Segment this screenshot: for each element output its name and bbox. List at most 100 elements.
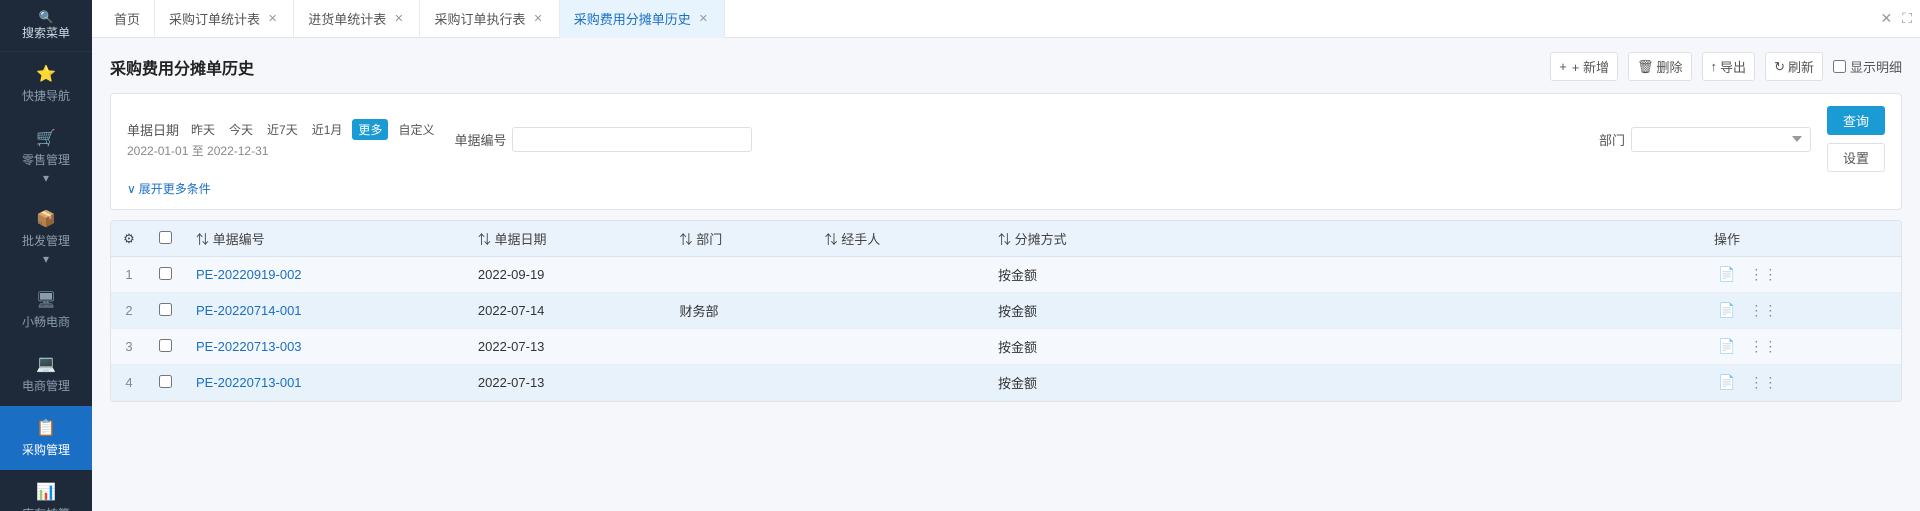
cell-doc-date-1: 2022-07-14 <box>466 293 668 329</box>
sort-icon-handler: ⇅ <box>825 232 838 247</box>
header-actions: + + 新增 🗑 删除 ↑ 导出 ↻ 刷新 显示明细 <box>1550 52 1902 81</box>
filter-area: 单据日期 昨天 今天 近7天 近1月 更多 自定义 2022-01-01 至 2… <box>110 93 1902 210</box>
th-dept[interactable]: ⇅ 部门 <box>668 221 813 257</box>
sidebar-item-retail[interactable]: 🛒 零售管理 ▾ <box>0 116 92 197</box>
tab-close-purchase-cost-hist[interactable]: ✕ <box>697 12 710 25</box>
doc-num-filter-group: 单据编号 <box>454 127 1583 152</box>
tab-purchase-order-stat[interactable]: 采购订单统计表 ✕ <box>155 0 294 38</box>
export-button[interactable]: ↑ 导出 <box>1702 52 1756 81</box>
shortcut-custom[interactable]: 自定义 <box>394 119 438 140</box>
row-checkbox-1[interactable] <box>159 303 172 316</box>
op-more-3[interactable]: ⋮⋮ <box>1745 372 1781 393</box>
tab-close-purchase-incoming-stat[interactable]: ✕ <box>392 12 405 25</box>
th-gear[interactable]: ⚙ <box>111 221 147 257</box>
show-columns-input[interactable] <box>1833 60 1846 73</box>
refresh-button[interactable]: ↻ 刷新 <box>1765 52 1823 81</box>
doc-num-link-3[interactable]: PE-20220713-001 <box>196 375 302 390</box>
shortcut-yesterday[interactable]: 昨天 <box>187 119 219 140</box>
close-tab-icon[interactable]: ✕ <box>1880 10 1892 27</box>
tab-close-purchase-order-stat[interactable]: ✕ <box>266 12 279 25</box>
row-checkbox-2[interactable] <box>159 339 172 352</box>
shortcut-more[interactable]: 更多 <box>352 119 388 140</box>
cell-handler-3 <box>813 365 986 401</box>
tab-purchase-order-exec[interactable]: 采购订单执行表 ✕ <box>420 0 559 38</box>
cell-checkbox-2[interactable] <box>147 329 184 365</box>
doc-num-link-0[interactable]: PE-20220919-002 <box>196 267 302 282</box>
cell-ops-1: 📄 ⋮⋮ <box>1702 293 1901 329</box>
row-checkbox-0[interactable] <box>159 267 172 280</box>
sort-icon-split: ⇅ <box>998 232 1011 247</box>
sidebar-item-purchase[interactable]: 📋 采购管理 <box>0 406 92 470</box>
cell-gear-1: 2 <box>111 293 147 329</box>
row-checkbox-3[interactable] <box>159 375 172 388</box>
op-view-1[interactable]: 📄 <box>1714 300 1739 321</box>
cell-checkbox-0[interactable] <box>147 257 184 293</box>
sidebar-item-wholesale[interactable]: 📦 批发管理 ▾ <box>0 197 92 278</box>
doc-num-link-2[interactable]: PE-20220713-003 <box>196 339 302 354</box>
search-icon: 🔍 <box>8 10 84 24</box>
cell-dept-1: 财务部 <box>668 293 813 329</box>
sidebar-item-search[interactable]: 🔍 搜索菜单 <box>0 0 92 52</box>
th-doc-num[interactable]: ⇅ 单据编号 <box>184 221 466 257</box>
expand-icon: ∨ <box>127 182 136 196</box>
table-row: 4 PE-20220713-001 2022-07-13 按金额 📄 ⋮⋮ <box>111 365 1901 401</box>
sidebar-item-ecom-mgmt[interactable]: 💻 电商管理 <box>0 342 92 406</box>
cell-split-method-0: 按金额 <box>986 257 1702 293</box>
date-shortcuts: 昨天 今天 近7天 近1月 更多 自定义 <box>187 119 438 140</box>
op-view-3[interactable]: 📄 <box>1714 372 1739 393</box>
tab-purchase-incoming-stat[interactable]: 进货单统计表 ✕ <box>294 0 420 38</box>
cell-gear-3: 4 <box>111 365 147 401</box>
table-row: 1 PE-20220919-002 2022-09-19 按金额 📄 ⋮⋮ <box>111 257 1901 293</box>
doc-num-input[interactable] <box>512 127 752 152</box>
op-more-2[interactable]: ⋮⋮ <box>1745 336 1781 357</box>
cell-doc-num-0: PE-20220919-002 <box>184 257 466 293</box>
maximize-icon[interactable]: ⛶ <box>1902 10 1912 27</box>
shortcut-today[interactable]: 今天 <box>225 119 257 140</box>
op-view-0[interactable]: 📄 <box>1714 264 1739 285</box>
cell-split-method-2: 按金额 <box>986 329 1702 365</box>
cell-checkbox-3[interactable] <box>147 365 184 401</box>
tab-close-purchase-order-exec[interactable]: ✕ <box>532 12 545 25</box>
th-doc-date[interactable]: ⇅ 单据日期 <box>466 221 668 257</box>
shortcut-1month[interactable]: 近1月 <box>308 119 347 140</box>
main-area: 首页 采购订单统计表 ✕ 进货单统计表 ✕ 采购订单执行表 ✕ 采购费用分摊单历… <box>92 0 1920 511</box>
cell-handler-2 <box>813 329 986 365</box>
op-more-0[interactable]: ⋮⋮ <box>1745 264 1781 285</box>
tab-bar-actions: ✕ ⛶ <box>1880 10 1912 27</box>
setting-button[interactable]: 设置 <box>1827 143 1885 172</box>
op-more-1[interactable]: ⋮⋮ <box>1745 300 1781 321</box>
date-filter-group: 单据日期 昨天 今天 近7天 近1月 更多 自定义 2022-01-01 至 2… <box>127 119 438 159</box>
show-columns-checkbox[interactable]: 显示明细 <box>1833 57 1902 76</box>
chart-icon: 📊 <box>36 482 56 502</box>
page-header: 采购费用分摊单历史 + + 新增 🗑 删除 ↑ 导出 ↻ 刷新 <box>110 52 1902 81</box>
date-label: 单据日期 <box>127 120 179 139</box>
cell-checkbox-1[interactable] <box>147 293 184 329</box>
delete-button[interactable]: 🗑 删除 <box>1628 52 1692 81</box>
dept-label: 部门 <box>1599 130 1625 149</box>
select-all-checkbox[interactable] <box>159 231 172 244</box>
cell-gear-0: 1 <box>111 257 147 293</box>
doc-num-label: 单据编号 <box>454 130 506 149</box>
add-button[interactable]: + + 新增 <box>1550 52 1618 81</box>
th-split-method[interactable]: ⇅ 分摊方式 <box>986 221 1702 257</box>
shortcut-7days[interactable]: 近7天 <box>263 119 302 140</box>
sidebar-item-inventory[interactable]: 📊 库存核算 <box>0 470 92 511</box>
dept-select[interactable]: 财务部 <box>1631 127 1811 152</box>
cell-doc-date-3: 2022-07-13 <box>466 365 668 401</box>
doc-num-link-1[interactable]: PE-20220714-001 <box>196 303 302 318</box>
th-handler[interactable]: ⇅ 经手人 <box>813 221 986 257</box>
cell-doc-num-3: PE-20220713-001 <box>184 365 466 401</box>
sidebar-item-quick-nav[interactable]: ⭐ 快捷导航 <box>0 52 92 116</box>
sidebar-item-ecom-small[interactable]: 🖥 小畅电商 <box>0 278 92 342</box>
tab-home[interactable]: 首页 <box>100 0 155 38</box>
tab-purchase-cost-hist[interactable]: 采购费用分摊单历史 ✕ <box>560 0 725 38</box>
sort-icon-doc-date: ⇅ <box>478 232 491 247</box>
box-icon: 📦 <box>36 209 56 229</box>
search-button[interactable]: 查询 <box>1827 106 1885 135</box>
cell-doc-date-0: 2022-09-19 <box>466 257 668 293</box>
th-checkbox[interactable] <box>147 221 184 257</box>
op-view-2[interactable]: 📄 <box>1714 336 1739 357</box>
cell-doc-date-2: 2022-07-13 <box>466 329 668 365</box>
delete-icon: 🗑 <box>1637 59 1654 75</box>
expand-conditions-button[interactable]: ∨ 展开更多条件 <box>127 180 1885 197</box>
